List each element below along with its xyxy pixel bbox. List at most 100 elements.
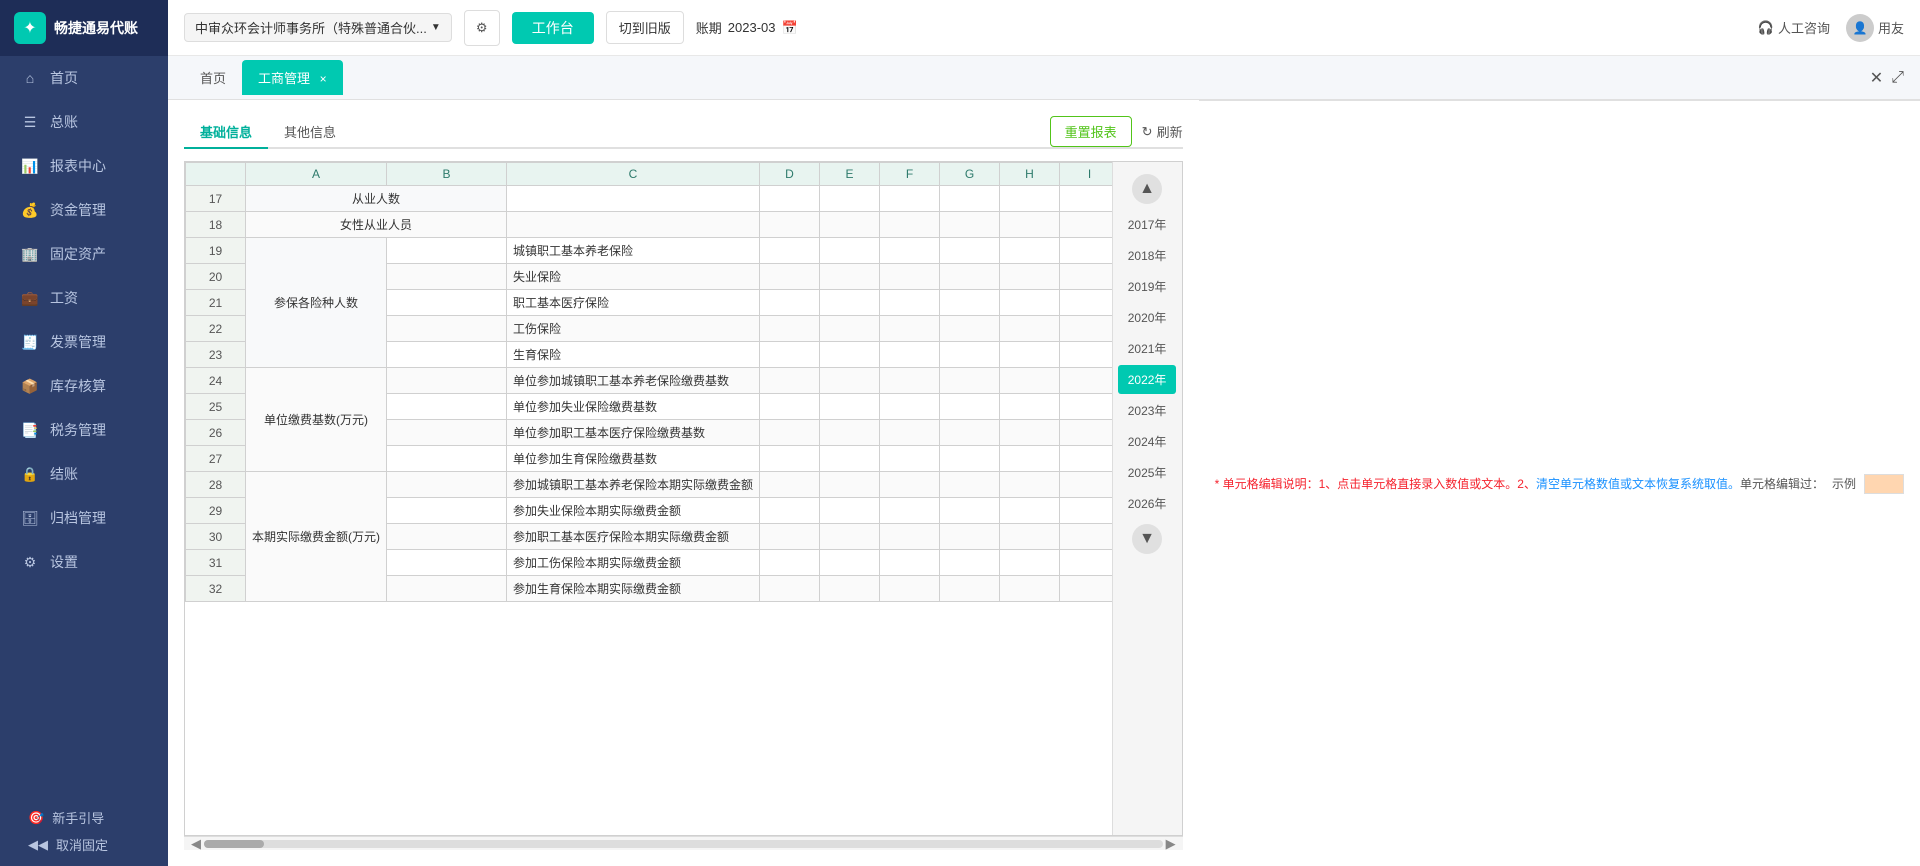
cell-d27[interactable]: [760, 446, 820, 472]
cell-h31[interactable]: [1000, 550, 1060, 576]
horizontal-scrollbar[interactable]: ◀ ▶: [184, 836, 1183, 850]
cell-i29[interactable]: [1060, 498, 1112, 524]
cell-d21[interactable]: [760, 290, 820, 316]
cell-f32[interactable]: [880, 576, 940, 602]
sidebar-item-home[interactable]: ⌂ 首页: [0, 56, 168, 100]
cell-c26[interactable]: 单位参加职工基本医疗保险缴费基数: [507, 420, 760, 446]
sidebar-item-finance[interactable]: 💰 资金管理: [0, 188, 168, 232]
cell-e31[interactable]: [820, 550, 880, 576]
cell-c27[interactable]: 单位参加生育保险缴费基数: [507, 446, 760, 472]
year-item-2024[interactable]: 2024年: [1118, 427, 1176, 456]
cell-f19[interactable]: [880, 238, 940, 264]
cell-b22[interactable]: [387, 316, 507, 342]
cell-e32[interactable]: [820, 576, 880, 602]
cell-g24[interactable]: [940, 368, 1000, 394]
cell-f29[interactable]: [880, 498, 940, 524]
company-settings-button[interactable]: ⚙: [464, 10, 500, 46]
cell-c31[interactable]: 参加工伤保险本期实际缴费金额: [507, 550, 760, 576]
new-guide-item[interactable]: 🎯 新手引导: [20, 808, 148, 827]
unfix-item[interactable]: ◀◀ 取消固定: [20, 835, 148, 854]
cell-b27[interactable]: [387, 446, 507, 472]
cell-d29[interactable]: [760, 498, 820, 524]
cell-a18[interactable]: 女性从业人员: [246, 212, 507, 238]
sidebar-item-wages[interactable]: 💼 工资: [0, 276, 168, 320]
cell-c28[interactable]: 参加城镇职工基本养老保险本期实际缴费金额: [507, 472, 760, 498]
cell-e17[interactable]: [820, 186, 880, 212]
scroll-left-arrow[interactable]: ◀: [188, 836, 204, 852]
cell-b24[interactable]: [387, 368, 507, 394]
scroll-track[interactable]: [204, 840, 1163, 848]
cell-c22[interactable]: 工伤保险: [507, 316, 760, 342]
year-item-2023[interactable]: 2023年: [1118, 396, 1176, 425]
cell-g28[interactable]: [940, 472, 1000, 498]
cell-c20[interactable]: 失业保险: [507, 264, 760, 290]
cell-c29[interactable]: 参加失业保险本期实际缴费金额: [507, 498, 760, 524]
cell-e24[interactable]: [820, 368, 880, 394]
spreadsheet-container[interactable]: A B C D E F G H I J K L: [185, 162, 1112, 835]
cell-b31[interactable]: [387, 550, 507, 576]
year-item-2021[interactable]: 2021年: [1118, 334, 1176, 363]
cell-g23[interactable]: [940, 342, 1000, 368]
cell-a28[interactable]: 本期实际缴费金额(万元): [246, 472, 387, 602]
cell-h17[interactable]: [1000, 186, 1060, 212]
sidebar-item-tax[interactable]: 📑 税务管理: [0, 408, 168, 452]
sidebar-item-invoice[interactable]: 🧾 发票管理: [0, 320, 168, 364]
cell-f25[interactable]: [880, 394, 940, 420]
cell-i22[interactable]: [1060, 316, 1112, 342]
cell-h25[interactable]: [1000, 394, 1060, 420]
cell-i24[interactable]: [1060, 368, 1112, 394]
scroll-right-arrow[interactable]: ▶: [1163, 836, 1179, 852]
cell-g29[interactable]: [940, 498, 1000, 524]
cell-b19[interactable]: [387, 238, 507, 264]
cell-d32[interactable]: [760, 576, 820, 602]
sub-tab-basic[interactable]: 基础信息: [184, 116, 268, 149]
cell-i25[interactable]: [1060, 394, 1112, 420]
year-item-2020[interactable]: 2020年: [1118, 303, 1176, 332]
tab-business[interactable]: 工商管理 ×: [242, 60, 343, 95]
year-nav-up[interactable]: ▲: [1132, 174, 1162, 204]
cell-e30[interactable]: [820, 524, 880, 550]
cell-d28[interactable]: [760, 472, 820, 498]
cell-d19[interactable]: [760, 238, 820, 264]
cell-b32[interactable]: [387, 576, 507, 602]
cell-i17[interactable]: [1060, 186, 1112, 212]
cell-f23[interactable]: [880, 342, 940, 368]
cell-e25[interactable]: [820, 394, 880, 420]
cell-g17[interactable]: [940, 186, 1000, 212]
cell-h23[interactable]: [1000, 342, 1060, 368]
cell-d17[interactable]: [760, 186, 820, 212]
sidebar-item-inventory[interactable]: 📦 库存核算: [0, 364, 168, 408]
cell-i27[interactable]: [1060, 446, 1112, 472]
cell-a17[interactable]: 从业人数: [246, 186, 507, 212]
cell-i20[interactable]: [1060, 264, 1112, 290]
cell-b26[interactable]: [387, 420, 507, 446]
cell-c19[interactable]: 城镇职工基本养老保险: [507, 238, 760, 264]
cell-d20[interactable]: [760, 264, 820, 290]
cell-g30[interactable]: [940, 524, 1000, 550]
expand-icon[interactable]: ⤢: [1891, 69, 1904, 87]
year-item-2019[interactable]: 2019年: [1118, 272, 1176, 301]
sidebar-item-settings[interactable]: ⚙ 设置: [0, 540, 168, 584]
cell-h21[interactable]: [1000, 290, 1060, 316]
year-nav-down[interactable]: ▼: [1132, 524, 1162, 554]
cell-f28[interactable]: [880, 472, 940, 498]
cell-g22[interactable]: [940, 316, 1000, 342]
tab-home[interactable]: 首页: [184, 60, 242, 95]
cell-d31[interactable]: [760, 550, 820, 576]
year-item-2026[interactable]: 2026年: [1118, 489, 1176, 518]
cell-e22[interactable]: [820, 316, 880, 342]
cell-f22[interactable]: [880, 316, 940, 342]
cell-i18[interactable]: [1060, 212, 1112, 238]
cell-e26[interactable]: [820, 420, 880, 446]
cell-b23[interactable]: [387, 342, 507, 368]
year-item-2017[interactable]: 2017年: [1118, 210, 1176, 239]
scroll-thumb[interactable]: [204, 840, 264, 848]
cell-c30[interactable]: 参加职工基本医疗保险本期实际缴费金额: [507, 524, 760, 550]
old-version-button[interactable]: 切到旧版: [606, 11, 684, 44]
cell-b25[interactable]: [387, 394, 507, 420]
sidebar-item-assets[interactable]: 🏢 固定资产: [0, 232, 168, 276]
cell-h30[interactable]: [1000, 524, 1060, 550]
cell-g19[interactable]: [940, 238, 1000, 264]
cell-i32[interactable]: [1060, 576, 1112, 602]
year-item-2018[interactable]: 2018年: [1118, 241, 1176, 270]
